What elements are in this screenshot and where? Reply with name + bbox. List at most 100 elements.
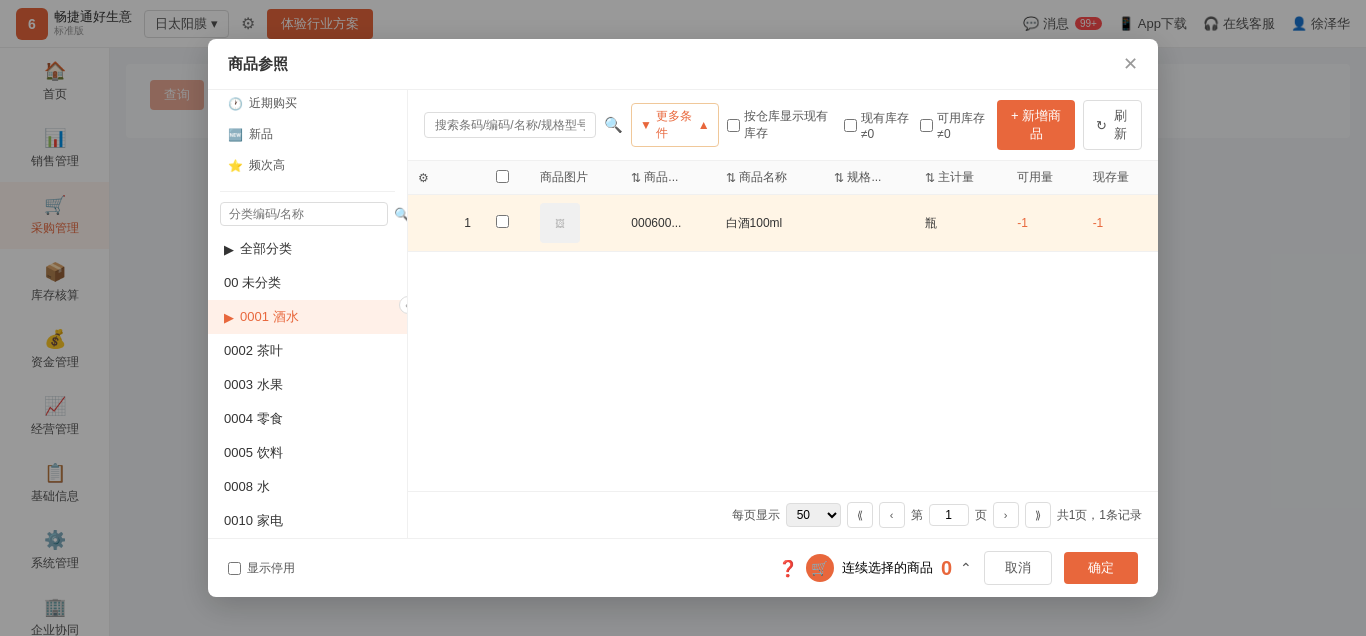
total-info: 共1页，1条记录 bbox=[1057, 507, 1142, 524]
td-img: 🖼 bbox=[530, 195, 621, 252]
cat-label: 0003 水果 bbox=[224, 376, 283, 394]
quick-btns-group: 🕐 近期购买 🆕 新品 ⭐ 频次高 bbox=[208, 90, 407, 187]
product-table-wrap: ⚙ 商品图片 ⇅ 商品... bbox=[408, 161, 1158, 491]
row-checkbox[interactable] bbox=[496, 215, 509, 228]
product-image: 🖼 bbox=[540, 203, 580, 243]
page-next-btn[interactable]: › bbox=[993, 502, 1019, 528]
check-stock[interactable] bbox=[844, 119, 857, 132]
td-spec bbox=[824, 195, 914, 252]
page-label: 第 bbox=[911, 507, 923, 524]
modal-footer: 显示停用 ❓ 🛒 连续选择的商品 0 ⌃ 取消 确定 bbox=[208, 538, 1158, 597]
cart-label: 连续选择的商品 bbox=[842, 559, 933, 577]
quick-btn-recent[interactable]: 🕐 近期购买 bbox=[220, 90, 395, 117]
td-name: 白酒100ml bbox=[716, 195, 825, 252]
chevron-up-icon[interactable]: ⌃ bbox=[960, 560, 972, 576]
td-checkbox bbox=[486, 195, 530, 252]
cat-search-row: 🔍 bbox=[208, 196, 407, 232]
page-first-btn[interactable]: ⟪ bbox=[847, 502, 873, 528]
td-unit: 瓶 bbox=[915, 195, 1008, 252]
freq-icon: ⭐ bbox=[228, 159, 243, 173]
th-name[interactable]: ⇅ 商品名称 bbox=[716, 161, 825, 195]
cat-search-input[interactable] bbox=[220, 202, 388, 226]
cat-label: 0002 茶叶 bbox=[224, 342, 283, 360]
page-size-select[interactable]: 50 10 20 100 bbox=[786, 503, 841, 527]
cancel-btn[interactable]: 取消 bbox=[984, 551, 1052, 585]
refresh-btn[interactable]: ↻ 刷新 bbox=[1083, 100, 1142, 150]
add-product-btn[interactable]: + 新增商品 bbox=[997, 100, 1076, 150]
page-size-label: 每页显示 bbox=[732, 507, 780, 524]
settings-icon[interactable]: ⚙ bbox=[418, 171, 429, 185]
filter-label: 更多条件 bbox=[656, 108, 694, 142]
cat-item-all[interactable]: ▶ 全部分类 bbox=[208, 232, 407, 266]
product-toolbar: 🔍 ▼ 更多条件 ▲ 按仓库显示现有库存 现有库存≠0 bbox=[408, 90, 1158, 161]
check-warehouse[interactable] bbox=[727, 119, 740, 132]
th-stock: 现存量 bbox=[1083, 161, 1158, 195]
td-settings bbox=[408, 195, 450, 252]
cat-search-icon[interactable]: 🔍 bbox=[394, 207, 408, 222]
check-available[interactable] bbox=[920, 119, 933, 132]
cat-arrow-icon: ▶ bbox=[224, 242, 234, 257]
chevron-up-icon: ▲ bbox=[698, 118, 710, 132]
th-available: 可用量 bbox=[1007, 161, 1082, 195]
product-reference-modal: 商品参照 ✕ 🕐 近期购买 🆕 新品 ⭐ 频次高 bbox=[208, 39, 1158, 597]
cat-item-0003[interactable]: 0003 水果 bbox=[208, 368, 407, 402]
product-panel: 🔍 ▼ 更多条件 ▲ 按仓库显示现有库存 现有库存≠0 bbox=[408, 90, 1158, 538]
th-settings: ⚙ bbox=[408, 161, 450, 195]
cat-list: ▶ 全部分类 00 未分类 ▶ 0001 酒水 0002 茶叶 0003 水果 bbox=[208, 232, 407, 538]
cat-label: 0001 酒水 bbox=[240, 308, 299, 326]
page-last-btn[interactable]: ⟫ bbox=[1025, 502, 1051, 528]
th-checkbox bbox=[486, 161, 530, 195]
th-unit[interactable]: ⇅ 主计量 bbox=[915, 161, 1008, 195]
filter-more-btn[interactable]: ▼ 更多条件 ▲ bbox=[631, 103, 719, 147]
product-table: ⚙ 商品图片 ⇅ 商品... bbox=[408, 161, 1158, 252]
th-unit-sort-icon: ⇅ bbox=[925, 171, 935, 185]
th-spec[interactable]: ⇅ 规格... bbox=[824, 161, 914, 195]
cart-icon: 🛒 bbox=[806, 554, 834, 582]
refresh-icon: ↻ bbox=[1096, 118, 1107, 133]
cat-item-0002[interactable]: 0002 茶叶 bbox=[208, 334, 407, 368]
quick-btn-freq[interactable]: ⭐ 频次高 bbox=[220, 152, 395, 179]
cat-item-0001[interactable]: ▶ 0001 酒水 bbox=[208, 300, 407, 334]
footer-cart: ❓ 🛒 连续选择的商品 0 ⌃ bbox=[778, 554, 972, 582]
filter-icon: ▼ bbox=[640, 118, 652, 132]
show-disabled-text: 显示停用 bbox=[247, 560, 295, 577]
show-disabled-checkbox[interactable] bbox=[228, 562, 241, 575]
modal-close-btn[interactable]: ✕ bbox=[1123, 53, 1138, 75]
help-icon[interactable]: ❓ bbox=[778, 559, 798, 578]
modal-title: 商品参照 bbox=[228, 55, 288, 74]
page-unit: 页 bbox=[975, 507, 987, 524]
td-stock: -1 bbox=[1083, 195, 1158, 252]
check-warehouse-label[interactable]: 按仓库显示现有库存 bbox=[727, 108, 836, 142]
product-search-icon[interactable]: 🔍 bbox=[604, 116, 623, 134]
check-available-label[interactable]: 可用库存≠0 bbox=[920, 110, 988, 141]
th-name-sort-icon: ⇅ bbox=[726, 171, 736, 185]
recent-icon: 🕐 bbox=[228, 97, 243, 111]
pagination-row: 每页显示 50 10 20 100 ⟪ ‹ 第 页 › ⟫ 共1页，1条记录 bbox=[408, 491, 1158, 538]
table-row[interactable]: 1 🖼 000600... 白酒100ml 瓶 bbox=[408, 195, 1158, 252]
cat-label: 0008 水 bbox=[224, 478, 270, 496]
th-spec-sort-icon: ⇅ bbox=[834, 171, 844, 185]
cat-item-00[interactable]: 00 未分类 bbox=[208, 266, 407, 300]
page-number-input[interactable] bbox=[929, 504, 969, 526]
cat-label: 00 未分类 bbox=[224, 274, 281, 292]
select-all-checkbox[interactable] bbox=[496, 170, 509, 183]
page-prev-btn[interactable]: ‹ bbox=[879, 502, 905, 528]
show-disabled-label[interactable]: 显示停用 bbox=[228, 560, 295, 577]
th-code-sort-icon: ⇅ bbox=[631, 171, 641, 185]
cat-item-0005[interactable]: 0005 饮料 bbox=[208, 436, 407, 470]
new-icon: 🆕 bbox=[228, 128, 243, 142]
cat-item-0004[interactable]: 0004 零食 bbox=[208, 402, 407, 436]
cat-item-0008[interactable]: 0008 水 bbox=[208, 470, 407, 504]
check-stock-label[interactable]: 现有库存≠0 bbox=[844, 110, 912, 141]
quick-btn-new[interactable]: 🆕 新品 bbox=[220, 121, 395, 148]
product-search-input[interactable] bbox=[424, 112, 596, 138]
category-panel: 🕐 近期购买 🆕 新品 ⭐ 频次高 🔍 bbox=[208, 90, 408, 538]
cat-item-0010[interactable]: 0010 家电 bbox=[208, 504, 407, 538]
cart-count: 0 bbox=[941, 557, 952, 580]
td-code: 000600... bbox=[621, 195, 715, 252]
img-placeholder-icon: 🖼 bbox=[555, 218, 565, 229]
th-code[interactable]: ⇅ 商品... bbox=[621, 161, 715, 195]
th-img: 商品图片 bbox=[530, 161, 621, 195]
toolbar-right: + 新增商品 ↻ 刷新 bbox=[997, 100, 1142, 150]
confirm-btn[interactable]: 确定 bbox=[1064, 552, 1138, 584]
